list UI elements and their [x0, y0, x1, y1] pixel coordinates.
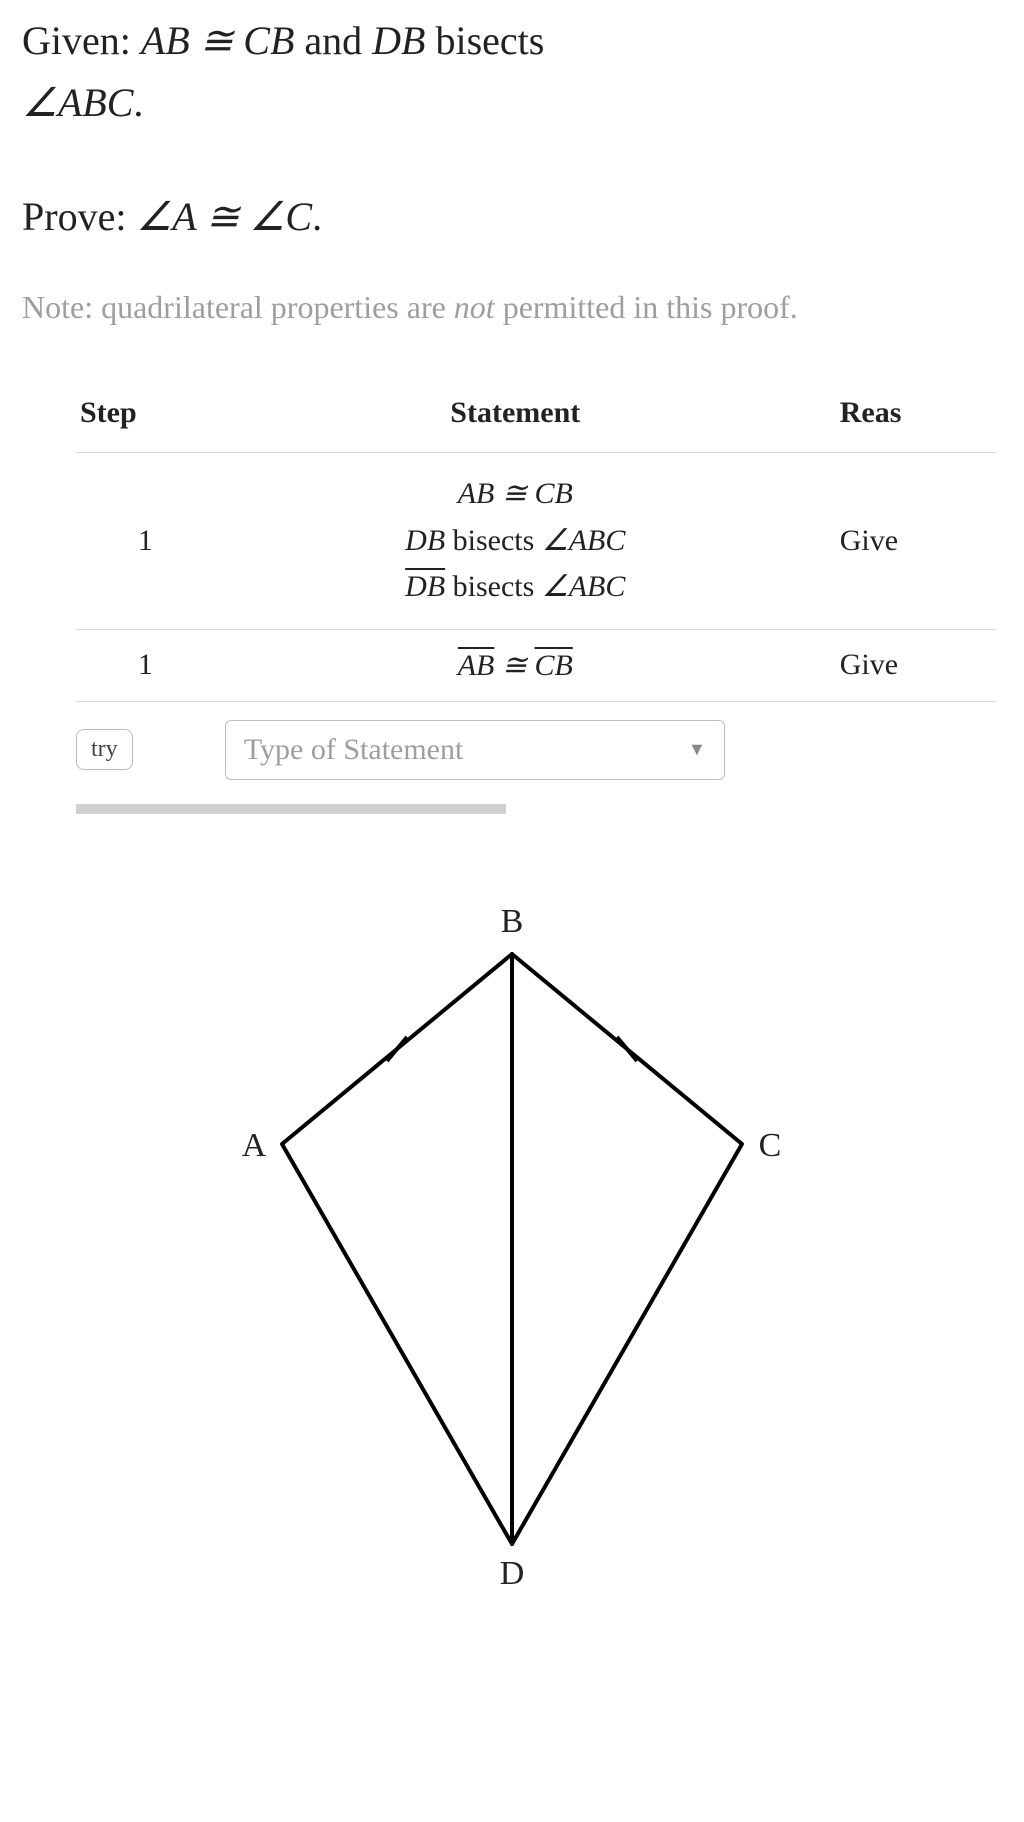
try-cell: try [76, 701, 215, 798]
reason-cell: Give [816, 629, 996, 701]
statement-type-placeholder: Type of Statement [244, 733, 464, 767]
angle-abc: ABC [58, 80, 134, 125]
note-text: Note: quadrilateral properties are not p… [22, 280, 1002, 334]
given-prefix: Given: [22, 18, 141, 63]
table-row: try Type of Statement ▼ [76, 701, 996, 798]
angle-a: ∠A [136, 194, 196, 239]
reason-cell [816, 701, 996, 798]
congruent-symbol: ≅ [190, 18, 244, 63]
point-label-a: A [242, 1127, 267, 1164]
point-label-d: D [500, 1555, 525, 1592]
statement-input-cell: Type of Statement ▼ [215, 701, 816, 798]
math-db: DB [372, 18, 425, 63]
statement-type-select[interactable]: Type of Statement ▼ [225, 720, 725, 780]
period: . [312, 194, 322, 239]
col-reason: Reas [816, 382, 996, 453]
col-statement: Statement [215, 382, 816, 453]
given-mid: and [294, 18, 372, 63]
proof-table-wrap: Step Statement Reas 1 AB ≅ CB DB bisects… [76, 382, 1002, 814]
prove-text: Prove: ∠A ≅ ∠C. [22, 186, 1002, 248]
given-text-line2: ∠ABC. [22, 72, 1002, 134]
step-number: 1 [76, 453, 215, 630]
angle-symbol: ∠ [22, 80, 58, 125]
angle-c: ∠C [250, 194, 313, 239]
horizontal-scrollbar[interactable] [76, 804, 506, 814]
table-row: 1 AB ≅ CB DB bisects ∠ABC DB bisects ∠AB… [76, 453, 996, 630]
geometry-figure: B A C D [202, 884, 822, 1604]
chevron-down-icon: ▼ [688, 739, 706, 760]
statement-cell: AB ≅ CB [215, 629, 816, 701]
proof-table: Step Statement Reas 1 AB ≅ CB DB bisects… [76, 382, 996, 798]
given-text: Given: AB ≅ CB and DB bisects [22, 10, 1002, 72]
col-step: Step [76, 382, 215, 453]
period: . [133, 80, 143, 125]
given-mid2: bisects [425, 18, 544, 63]
prove-prefix: Prove: [22, 194, 136, 239]
statement-cell: AB ≅ CB DB bisects ∠ABC DB bisects ∠ABC [215, 453, 816, 630]
point-label-c: C [759, 1127, 782, 1164]
point-label-b: B [501, 903, 524, 940]
step-number: 1 [76, 629, 215, 701]
try-button[interactable]: try [76, 729, 133, 770]
math-ab: AB [141, 18, 190, 63]
congruent-symbol: ≅ [196, 194, 250, 239]
table-row: 1 AB ≅ CB Give [76, 629, 996, 701]
math-cb: CB [243, 18, 294, 63]
reason-cell: Give [816, 453, 996, 630]
